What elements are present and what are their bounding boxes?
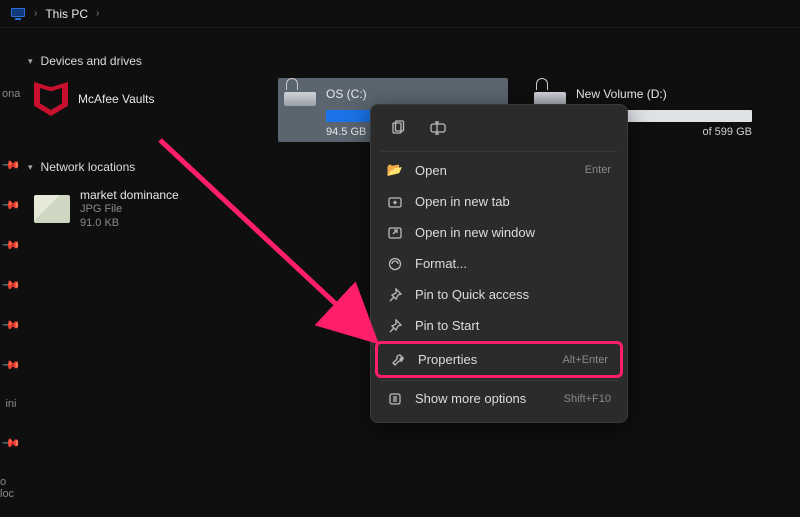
menu-format[interactable]: Format... bbox=[375, 248, 623, 279]
menu-pin-start[interactable]: Pin to Start bbox=[375, 310, 623, 341]
menu-shortcut: Enter bbox=[585, 164, 611, 176]
menu-open-new-tab[interactable]: Open in new tab bbox=[375, 186, 623, 217]
pin-icon[interactable]: 📌 bbox=[1, 275, 21, 295]
section-title: Devices and drives bbox=[41, 54, 142, 68]
menu-shortcut: Alt+Enter bbox=[562, 354, 608, 366]
chevron-right-icon: › bbox=[96, 8, 99, 19]
menu-open-new-window[interactable]: Open in new window bbox=[375, 217, 623, 248]
chevron-down-icon: ▾ bbox=[28, 162, 33, 173]
menu-shortcut: Shift+F10 bbox=[564, 393, 611, 405]
breadcrumb-this-pc[interactable]: This PC bbox=[45, 7, 88, 21]
jpg-thumbnail-icon bbox=[34, 195, 70, 223]
pin-icon[interactable]: 📌 bbox=[1, 433, 21, 453]
menu-label: Pin to Quick access bbox=[415, 287, 529, 302]
mcafee-vaults-item[interactable]: McAfee Vaults bbox=[28, 78, 258, 120]
folder-open-icon: 📂 bbox=[387, 162, 403, 178]
drive-label: OS (C:) bbox=[326, 87, 367, 101]
more-options-icon bbox=[387, 392, 403, 406]
pin-icon[interactable]: 📌 bbox=[1, 195, 21, 215]
pin-icon bbox=[387, 319, 403, 333]
pin-icon[interactable]: 📌 bbox=[1, 155, 21, 175]
drive-icon bbox=[284, 82, 316, 106]
context-menu: 📂 Open Enter Open in new tab Open in new… bbox=[370, 104, 628, 423]
menu-pin-quick-access[interactable]: Pin to Quick access bbox=[375, 279, 623, 310]
menu-show-more-options[interactable]: Show more options Shift+F10 bbox=[375, 383, 623, 414]
item-label: McAfee Vaults bbox=[78, 92, 154, 107]
truncated-label: ini bbox=[5, 398, 16, 410]
new-window-icon bbox=[387, 226, 403, 240]
menu-label: Properties bbox=[418, 352, 477, 367]
wrench-icon bbox=[390, 353, 406, 367]
pin-icon[interactable]: 📌 bbox=[1, 315, 21, 335]
drive-icon bbox=[534, 82, 566, 106]
rename-button[interactable] bbox=[423, 115, 453, 141]
mcafee-shield-icon bbox=[34, 82, 68, 116]
file-market-dominance[interactable]: market dominance JPG File 91.0 KB bbox=[28, 184, 258, 235]
menu-properties[interactable]: Properties Alt+Enter bbox=[375, 341, 623, 378]
pin-icon[interactable]: 📌 bbox=[1, 355, 21, 375]
truncated-label: ona bbox=[2, 88, 20, 100]
file-name: market dominance bbox=[80, 188, 179, 203]
menu-label: Show more options bbox=[415, 391, 526, 406]
pin-icon bbox=[387, 288, 403, 302]
menu-label: Open in new window bbox=[415, 225, 535, 240]
separator bbox=[381, 380, 617, 381]
breadcrumb[interactable]: › This PC › bbox=[0, 0, 800, 28]
menu-label: Open bbox=[415, 163, 447, 178]
quick-access-sidebar: ona 📌 📌 📌 📌 📌 📌 ini 📌 o loc bbox=[0, 28, 22, 517]
new-tab-icon bbox=[387, 195, 403, 209]
truncated-label: o loc bbox=[0, 476, 22, 500]
section-title: Network locations bbox=[41, 160, 136, 174]
format-icon bbox=[387, 257, 403, 271]
menu-label: Pin to Start bbox=[415, 318, 479, 333]
chevron-right-icon: › bbox=[34, 8, 37, 19]
pin-icon[interactable]: 📌 bbox=[1, 235, 21, 255]
copy-button[interactable] bbox=[383, 115, 413, 141]
this-pc-icon bbox=[10, 6, 26, 22]
chevron-down-icon: ▾ bbox=[28, 56, 33, 67]
file-size: 91.0 KB bbox=[80, 217, 179, 231]
menu-open[interactable]: 📂 Open Enter bbox=[375, 154, 623, 186]
separator bbox=[381, 151, 617, 152]
drive-label: New Volume (D:) bbox=[576, 87, 667, 101]
file-type: JPG File bbox=[80, 203, 179, 217]
menu-label: Format... bbox=[415, 256, 467, 271]
menu-label: Open in new tab bbox=[415, 194, 510, 209]
section-devices-and-drives[interactable]: ▾ Devices and drives bbox=[28, 54, 790, 68]
